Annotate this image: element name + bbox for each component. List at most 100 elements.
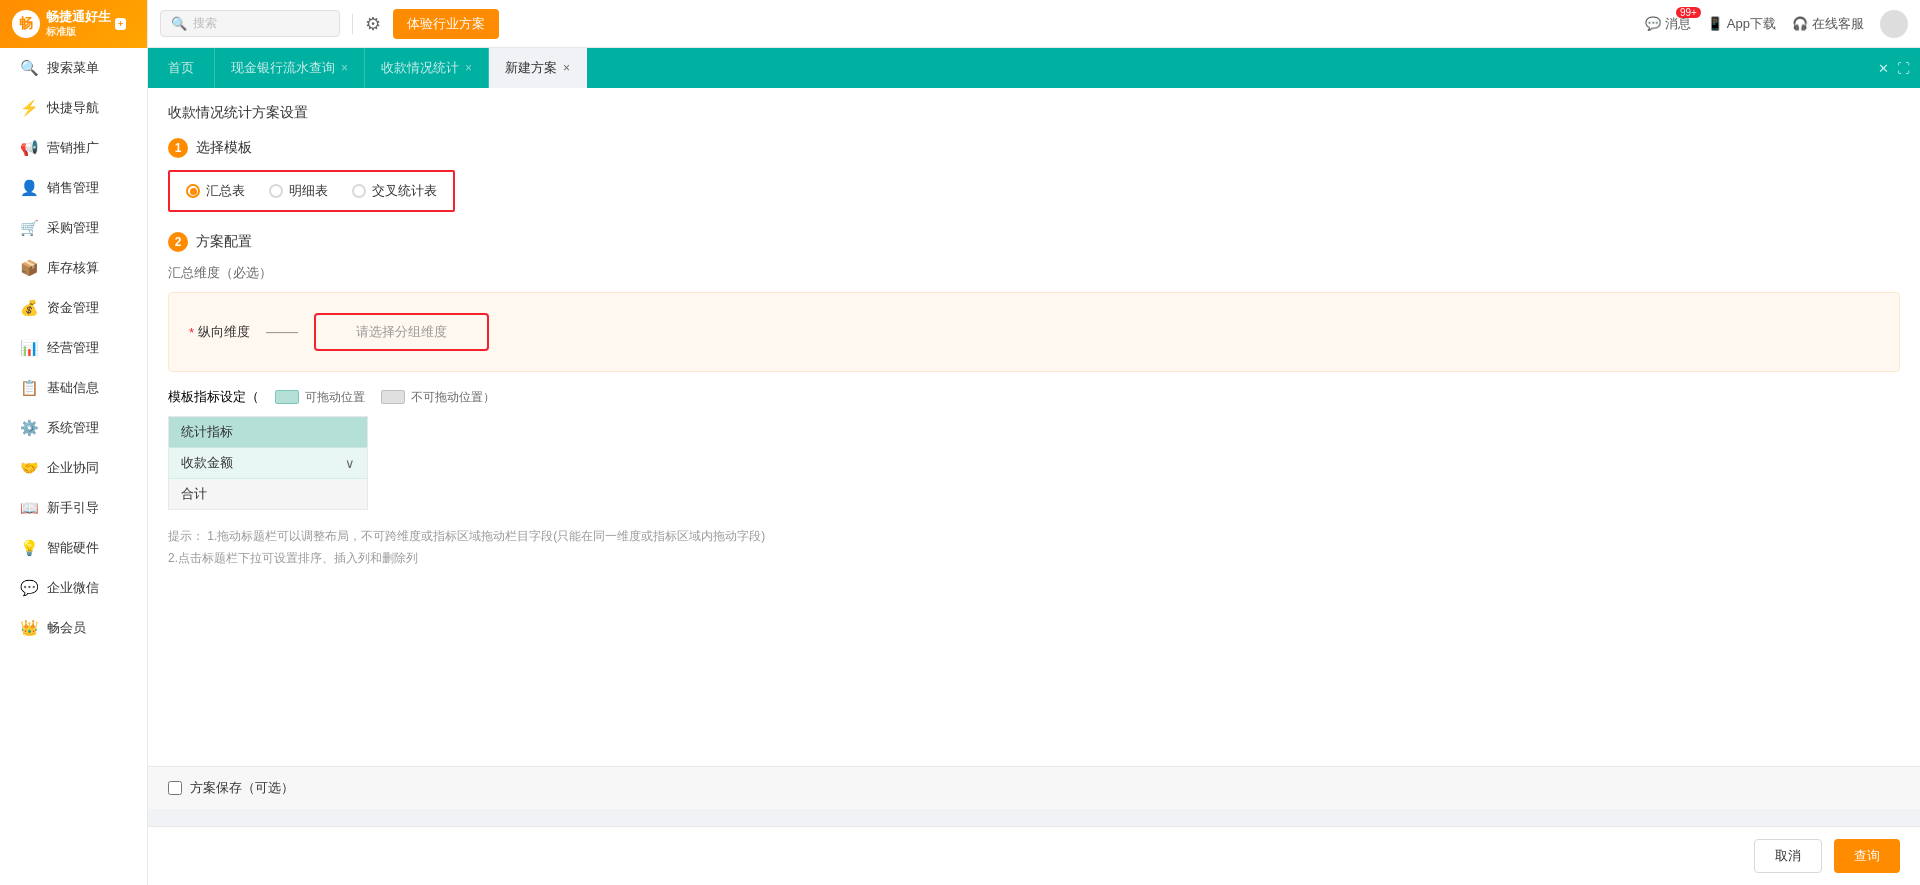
sidebar-item-label: 畅会员 bbox=[47, 619, 86, 637]
gear-button[interactable]: ⚙ bbox=[365, 13, 381, 35]
trial-button[interactable]: 体验行业方案 bbox=[393, 9, 499, 39]
sidebar-item-label: 新手引导 bbox=[47, 499, 99, 517]
operations-icon: 📊 bbox=[19, 338, 39, 358]
radio-summary-circle bbox=[186, 184, 200, 198]
logo-badge: + bbox=[115, 18, 126, 30]
non-draggable-box bbox=[381, 390, 405, 404]
sidebar: 畅 畅捷通好生 标准版 + 🔍 搜索菜单 ⚡ 快捷导航 📢 营销推广 👤 销售管… bbox=[0, 0, 148, 885]
hardware-icon: 💡 bbox=[19, 538, 39, 558]
sidebar-item-sales[interactable]: 👤 销售管理 bbox=[0, 168, 147, 208]
tip-2-text: 2.点击标题栏下拉可设置排序、插入列和删除列 bbox=[168, 548, 418, 570]
step2-num: 2 bbox=[168, 232, 188, 252]
logo-icon: 畅 bbox=[12, 10, 40, 38]
save-checkbox[interactable] bbox=[168, 781, 182, 795]
step1-section: 1 选择模板 汇总表 明细表 交叉统计表 bbox=[168, 138, 1900, 212]
dimension-select[interactable]: 请选择分组维度 bbox=[314, 313, 489, 351]
tab-collection-stats[interactable]: 收款情况统计 × bbox=[365, 48, 489, 88]
tab-maximize-icon[interactable]: ⛶ bbox=[1897, 61, 1910, 76]
tab-new-plan-label: 新建方案 bbox=[505, 59, 557, 77]
query-button[interactable]: 查询 bbox=[1834, 839, 1900, 873]
radio-crosstab[interactable]: 交叉统计表 bbox=[352, 182, 437, 200]
tab-collection-close[interactable]: × bbox=[465, 61, 472, 75]
vertical-label-text: 纵向维度 bbox=[198, 323, 250, 341]
sidebar-item-hardware[interactable]: 💡 智能硬件 bbox=[0, 528, 147, 568]
sales-icon: 👤 bbox=[19, 178, 39, 198]
tab-cashflow[interactable]: 现金银行流水查询 × bbox=[215, 48, 365, 88]
quick-nav-icon: ⚡ bbox=[19, 98, 39, 118]
tab-new-plan[interactable]: 新建方案 × bbox=[489, 48, 587, 88]
sidebar-item-label: 企业协同 bbox=[47, 459, 99, 477]
draggable-box bbox=[275, 390, 299, 404]
stats-cell-dropdown-icon[interactable]: ∨ bbox=[345, 456, 355, 471]
metrics-label-prefix: 模板指标设定（ bbox=[168, 388, 259, 406]
support-button[interactable]: 🎧 在线客服 bbox=[1792, 15, 1864, 33]
sidebar-item-label: 搜索菜单 bbox=[47, 59, 99, 77]
sidebar-item-label: 企业微信 bbox=[47, 579, 99, 597]
sidebar-item-basic-info[interactable]: 📋 基础信息 bbox=[0, 368, 147, 408]
sidebar-item-purchase[interactable]: 🛒 采购管理 bbox=[0, 208, 147, 248]
tip-1-text: 提示： 1.拖动标题栏可以调整布局，不可跨维度或指标区域拖动栏目字段(只能在同一… bbox=[168, 526, 765, 548]
topbar-right: 💬 99+ 消息 📱 App下载 🎧 在线客服 bbox=[1645, 10, 1908, 38]
app-logo: 畅 畅捷通好生 标准版 + bbox=[0, 0, 147, 48]
stats-header: 统计指标 bbox=[169, 417, 367, 448]
sidebar-item-label: 营销推广 bbox=[47, 139, 99, 157]
page-content: 收款情况统计方案设置 1 选择模板 汇总表 明细表 bbox=[148, 88, 1920, 766]
sidebar-item-guide[interactable]: 📖 新手引导 bbox=[0, 488, 147, 528]
logo-sub: 标准版 bbox=[46, 25, 111, 39]
tab-new-plan-close[interactable]: × bbox=[563, 61, 570, 75]
dimension-row: * 纵向维度 —— 请选择分组维度 bbox=[189, 313, 1879, 351]
cooperation-icon: 🤝 bbox=[19, 458, 39, 478]
radio-detail-label: 明细表 bbox=[289, 182, 328, 200]
sidebar-item-member[interactable]: 👑 畅会员 bbox=[0, 608, 147, 648]
step2-title: 方案配置 bbox=[196, 233, 252, 251]
action-bar: 取消 查询 bbox=[148, 826, 1920, 885]
save-section: 方案保存（可选） bbox=[148, 766, 1920, 809]
message-button[interactable]: 💬 99+ 消息 bbox=[1645, 15, 1691, 33]
topbar-search[interactable]: 🔍 搜索 bbox=[160, 10, 340, 37]
sidebar-item-cooperation[interactable]: 🤝 企业协同 bbox=[0, 448, 147, 488]
radio-summary[interactable]: 汇总表 bbox=[186, 182, 245, 200]
tab-minimize-icon[interactable]: ✕ bbox=[1878, 61, 1889, 76]
dimension-arrow: —— bbox=[266, 323, 298, 341]
member-icon: 👑 bbox=[19, 618, 39, 638]
radio-crosstab-label: 交叉统计表 bbox=[372, 182, 437, 200]
sidebar-item-search-menu[interactable]: 🔍 搜索菜单 bbox=[0, 48, 147, 88]
sidebar-item-system[interactable]: ⚙️ 系统管理 bbox=[0, 408, 147, 448]
step2-section: 2 方案配置 汇总维度（必选） * 纵向维度 —— 请选择分组维度 bbox=[168, 232, 1900, 569]
sidebar-item-wecom[interactable]: 💬 企业微信 bbox=[0, 568, 147, 608]
sidebar-item-marketing[interactable]: 📢 营销推广 bbox=[0, 128, 147, 168]
user-avatar[interactable] bbox=[1880, 10, 1908, 38]
marketing-icon: 📢 bbox=[19, 138, 39, 158]
draggable-label: 可拖动位置 bbox=[305, 389, 365, 406]
save-label: 方案保存（可选） bbox=[190, 779, 294, 797]
stats-cell-amount[interactable]: 收款金额 ∨ bbox=[169, 448, 367, 479]
tab-cashflow-close[interactable]: × bbox=[341, 61, 348, 75]
topbar: 🔍 搜索 ⚙ 体验行业方案 💬 99+ 消息 📱 App下载 🎧 在线客服 bbox=[148, 0, 1920, 48]
stats-table: 统计指标 收款金额 ∨ 合计 bbox=[168, 416, 368, 510]
dimension-area: * 纵向维度 —— 请选择分组维度 bbox=[168, 292, 1900, 372]
cancel-button[interactable]: 取消 bbox=[1754, 839, 1822, 873]
basic-info-icon: 📋 bbox=[19, 378, 39, 398]
sidebar-item-inventory[interactable]: 📦 库存核算 bbox=[0, 248, 147, 288]
sidebar-item-label: 系统管理 bbox=[47, 419, 99, 437]
radio-detail[interactable]: 明细表 bbox=[269, 182, 328, 200]
radio-summary-label: 汇总表 bbox=[206, 182, 245, 200]
sidebar-item-quick-nav[interactable]: ⚡ 快捷导航 bbox=[0, 88, 147, 128]
search-menu-icon: 🔍 bbox=[19, 58, 39, 78]
radio-crosstab-circle bbox=[352, 184, 366, 198]
tab-cashflow-label: 现金银行流水查询 bbox=[231, 59, 335, 77]
main-area: 🔍 搜索 ⚙ 体验行业方案 💬 99+ 消息 📱 App下载 🎧 在线客服 bbox=[148, 0, 1920, 885]
tips-section: 提示： 1.拖动标题栏可以调整布局，不可跨维度或指标区域拖动栏目字段(只能在同一… bbox=[168, 526, 1900, 569]
tab-home[interactable]: 首页 bbox=[148, 48, 215, 88]
step1-num: 1 bbox=[168, 138, 188, 158]
legend-draggable: 可拖动位置 bbox=[275, 389, 365, 406]
tip-line-1: 提示： 1.拖动标题栏可以调整布局，不可跨维度或指标区域拖动栏目字段(只能在同一… bbox=[168, 526, 1900, 548]
page-title: 收款情况统计方案设置 bbox=[168, 104, 1900, 122]
sidebar-item-finance[interactable]: 💰 资金管理 bbox=[0, 288, 147, 328]
guide-icon: 📖 bbox=[19, 498, 39, 518]
vertical-dimension-label: * 纵向维度 bbox=[189, 323, 250, 341]
download-button[interactable]: 📱 App下载 bbox=[1707, 15, 1776, 33]
step2-header: 2 方案配置 bbox=[168, 232, 1900, 252]
message-icon: 💬 bbox=[1645, 16, 1661, 31]
sidebar-item-operations[interactable]: 📊 经营管理 bbox=[0, 328, 147, 368]
